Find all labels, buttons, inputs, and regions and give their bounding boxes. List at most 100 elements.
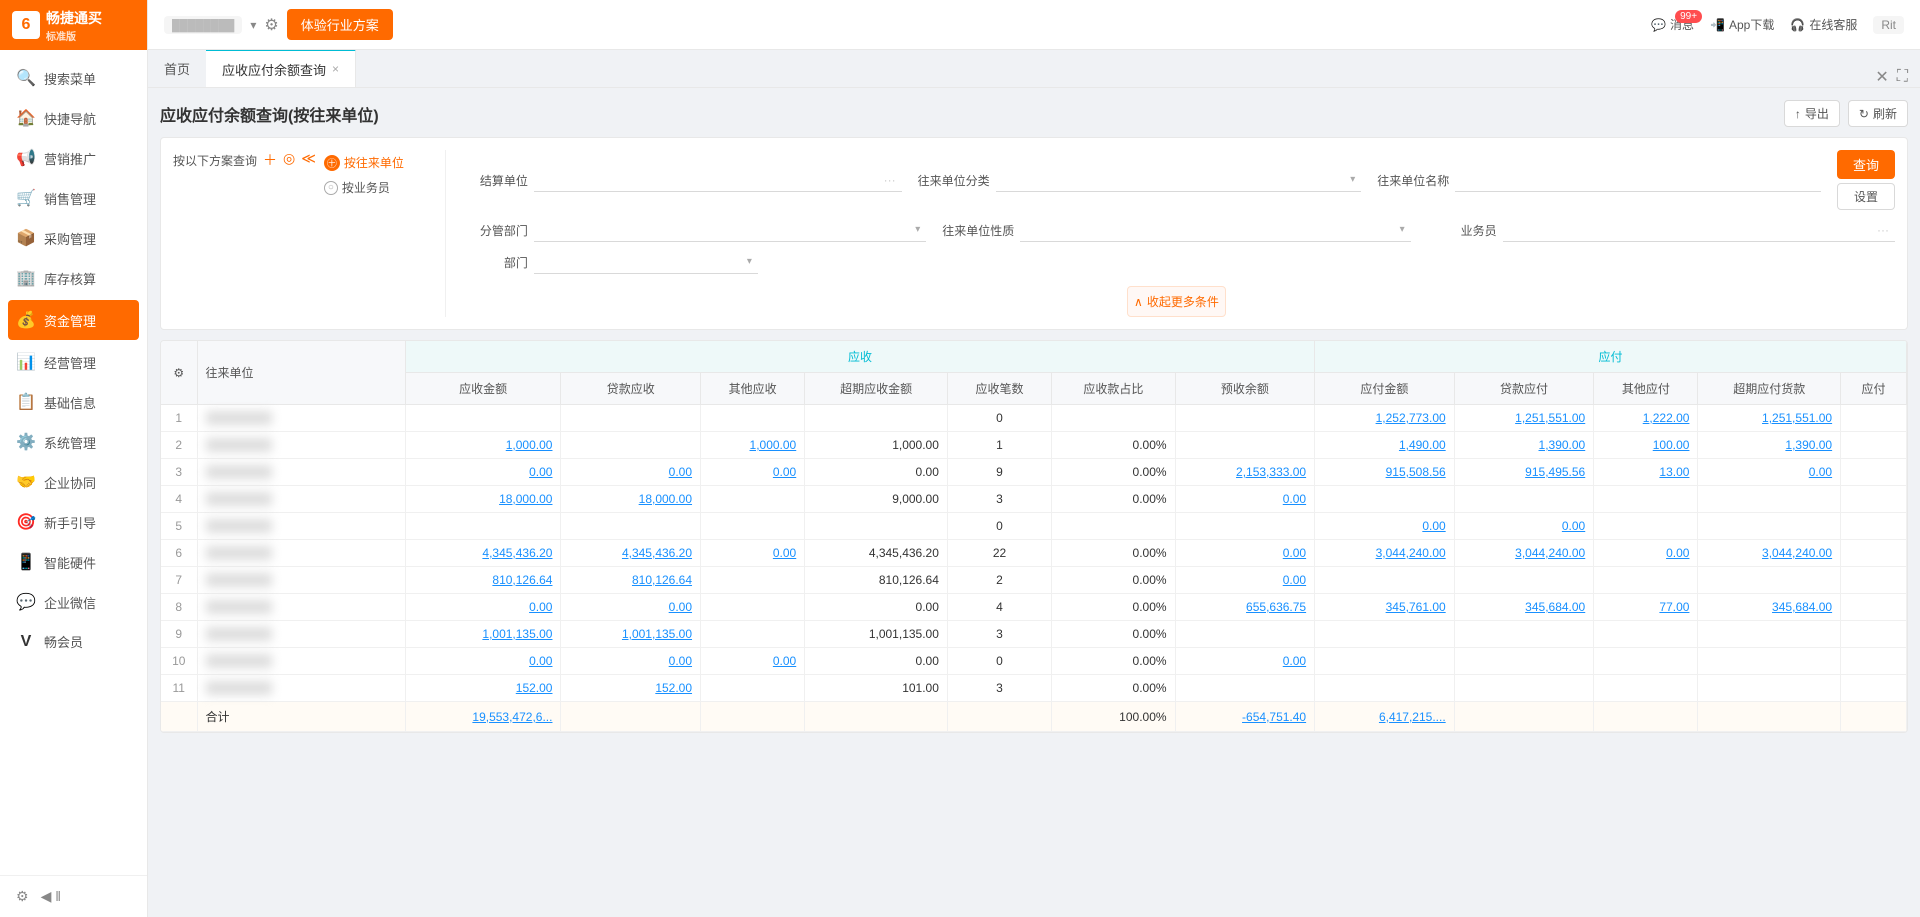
total-pre-balance[interactable]: -654,751.40 xyxy=(1175,702,1315,732)
filter-back-btn[interactable]: ≪ xyxy=(301,150,316,167)
sidebar-settings-btn[interactable]: ⚙ xyxy=(12,884,33,909)
app-download-button[interactable]: 📲 App下载 xyxy=(1710,16,1774,33)
sidebar-item-vip[interactable]: V 畅会员 xyxy=(0,622,147,661)
sidebar-item-quick-nav[interactable]: 🏠 快捷导航 xyxy=(0,98,147,138)
table-cell[interactable]: 655,636.75 xyxy=(1175,594,1315,621)
table-cell[interactable]: 0.00 xyxy=(405,648,561,675)
settlement-input[interactable]: ··· xyxy=(534,168,902,192)
table-cell[interactable]: 0.00 xyxy=(561,459,701,486)
export-button[interactable]: ↑ 导出 xyxy=(1784,100,1840,127)
refresh-button[interactable]: ↻ 刷新 xyxy=(1848,100,1908,127)
table-cell[interactable]: 0.00 xyxy=(1698,459,1841,486)
table-cell[interactable]: 1,222.00 xyxy=(1594,405,1698,432)
online-service-button[interactable]: 🎧 在线客服 xyxy=(1790,16,1857,33)
table-cell[interactable]: 0.00 xyxy=(1594,540,1698,567)
sidebar-item-sales[interactable]: 🛒 销售管理 xyxy=(0,178,147,218)
sidebar-item-enterprise[interactable]: 🤝 企业协同 xyxy=(0,462,147,502)
table-cell[interactable]: 810,126.64 xyxy=(561,567,701,594)
collapse-button[interactable]: ∧ 收起更多条件 xyxy=(1127,286,1226,317)
table-cell[interactable]: 0.00 xyxy=(701,540,805,567)
sidebar-item-hardware[interactable]: 📱 智能硬件 xyxy=(0,542,147,582)
sidebar-item-finance[interactable]: 💰 资金管理 xyxy=(8,300,139,340)
table-cell[interactable]: 18,000.00 xyxy=(405,486,561,513)
table-cell[interactable]: 1,390.00 xyxy=(1698,432,1841,459)
table-cell[interactable]: 0.00 xyxy=(1454,513,1594,540)
tab-close-btn[interactable]: × xyxy=(332,62,339,76)
filter-add-btn[interactable]: ＋ xyxy=(263,150,277,170)
table-cell[interactable]: 1,001,135.00 xyxy=(405,621,561,648)
table-cell[interactable]: 152.00 xyxy=(405,675,561,702)
table-cell[interactable]: 810,126.64 xyxy=(405,567,561,594)
partner-name-input[interactable] xyxy=(1455,168,1821,192)
solution-button[interactable]: 体验行业方案 xyxy=(287,9,393,40)
table-cell[interactable]: 1,490.00 xyxy=(1315,432,1455,459)
table-cell[interactable]: 1,001,135.00 xyxy=(561,621,701,648)
table-cell[interactable]: 13.00 xyxy=(1594,459,1698,486)
tab-active[interactable]: 应收应付余额查询 × xyxy=(206,49,356,87)
table-cell[interactable]: 1,252,773.00 xyxy=(1315,405,1455,432)
topbar-dropdown-btn[interactable]: ▾ xyxy=(250,18,256,32)
user-avatar[interactable]: Rit xyxy=(1873,16,1904,34)
table-cell[interactable]: 152.00 xyxy=(561,675,701,702)
sidebar-item-business[interactable]: 📊 经营管理 xyxy=(0,342,147,382)
table-cell[interactable]: 345,684.00 xyxy=(1698,594,1841,621)
table-cell[interactable]: 0.00 xyxy=(405,594,561,621)
tab-home[interactable]: 首页 xyxy=(148,49,206,87)
query-button[interactable]: 查询 xyxy=(1837,150,1895,179)
window-close-btn[interactable]: ✕ xyxy=(1875,67,1888,87)
filter-settings-btn[interactable]: ◎ xyxy=(283,150,295,167)
sidebar-item-guide[interactable]: 🎯 新手引导 xyxy=(0,502,147,542)
salesperson-input[interactable]: ··· xyxy=(1503,218,1895,242)
table-cell[interactable]: 0.00 xyxy=(701,459,805,486)
table-cell[interactable]: 0.00 xyxy=(1175,567,1315,594)
department-input[interactable]: ▾ xyxy=(534,250,758,274)
table-cell[interactable]: 77.00 xyxy=(1594,594,1698,621)
table-cell[interactable]: 3,044,240.00 xyxy=(1454,540,1594,567)
sidebar-item-system[interactable]: ⚙️ 系统管理 xyxy=(0,422,147,462)
table-cell[interactable]: 0.00 xyxy=(1315,513,1455,540)
sidebar-item-inventory[interactable]: 🏢 库存核算 xyxy=(0,258,147,298)
table-cell[interactable]: 0.00 xyxy=(1175,648,1315,675)
scheme-by-business[interactable]: ○ 按业务员 xyxy=(316,175,437,200)
table-cell[interactable]: 345,761.00 xyxy=(1315,594,1455,621)
table-cell[interactable]: 4,345,436.20 xyxy=(561,540,701,567)
partner-nature-input[interactable]: ▾ xyxy=(1020,218,1410,242)
message-button[interactable]: 💬 消息 99+ xyxy=(1651,16,1694,33)
table-cell[interactable]: 2,153,333.00 xyxy=(1175,459,1315,486)
table-cell[interactable]: 3,044,240.00 xyxy=(1698,540,1841,567)
sidebar-item-wechat[interactable]: 💬 企业微信 xyxy=(0,582,147,622)
table-cell[interactable]: 915,508.56 xyxy=(1315,459,1455,486)
table-cell[interactable]: 0.00 xyxy=(1175,486,1315,513)
sidebar-item-search[interactable]: 🔍 搜索菜单 xyxy=(0,58,147,98)
settings-button[interactable]: 设置 xyxy=(1837,183,1895,210)
table-cell[interactable]: 0.00 xyxy=(561,648,701,675)
logo-text-block: 畅捷通买 标准版 xyxy=(46,8,102,43)
table-gear-col[interactable]: ⚙ xyxy=(161,341,197,405)
total-rec-amount[interactable]: 19,553,472,6... xyxy=(405,702,561,732)
table-cell[interactable]: 4,345,436.20 xyxy=(405,540,561,567)
table-cell[interactable]: 0.00 xyxy=(405,459,561,486)
table-cell[interactable]: 18,000.00 xyxy=(561,486,701,513)
table-cell[interactable]: 1,251,551.00 xyxy=(1698,405,1841,432)
window-maximize-btn[interactable]: ⛶ xyxy=(1897,68,1908,86)
partner-category-input[interactable]: ▾ xyxy=(996,168,1362,192)
total-pay-amount[interactable]: 6,417,215.... xyxy=(1315,702,1455,732)
topbar-gear-btn[interactable]: ⚙ xyxy=(264,15,278,35)
sidebar-collapse-btn[interactable]: ◀ ‖ xyxy=(37,884,65,909)
sidebar-item-purchase[interactable]: 📦 采购管理 xyxy=(0,218,147,258)
table-cell[interactable]: 0.00 xyxy=(1175,540,1315,567)
table-cell[interactable]: 0.00 xyxy=(701,648,805,675)
table-cell[interactable]: 1,390.00 xyxy=(1454,432,1594,459)
table-cell[interactable]: 1,000.00 xyxy=(701,432,805,459)
table-cell[interactable]: 3,044,240.00 xyxy=(1315,540,1455,567)
scheme-by-partner[interactable]: ㊉ 按往来单位 xyxy=(316,150,437,175)
sidebar-item-basic[interactable]: 📋 基础信息 xyxy=(0,382,147,422)
table-cell[interactable]: 100.00 xyxy=(1594,432,1698,459)
table-cell[interactable]: 1,000.00 xyxy=(405,432,561,459)
table-cell[interactable]: 345,684.00 xyxy=(1454,594,1594,621)
table-cell[interactable]: 915,495.56 xyxy=(1454,459,1594,486)
table-cell[interactable]: 0.00 xyxy=(561,594,701,621)
table-cell[interactable]: 1,251,551.00 xyxy=(1454,405,1594,432)
dept-manager-input[interactable]: ▾ xyxy=(534,218,926,242)
sidebar-item-marketing[interactable]: 📢 营销推广 xyxy=(0,138,147,178)
